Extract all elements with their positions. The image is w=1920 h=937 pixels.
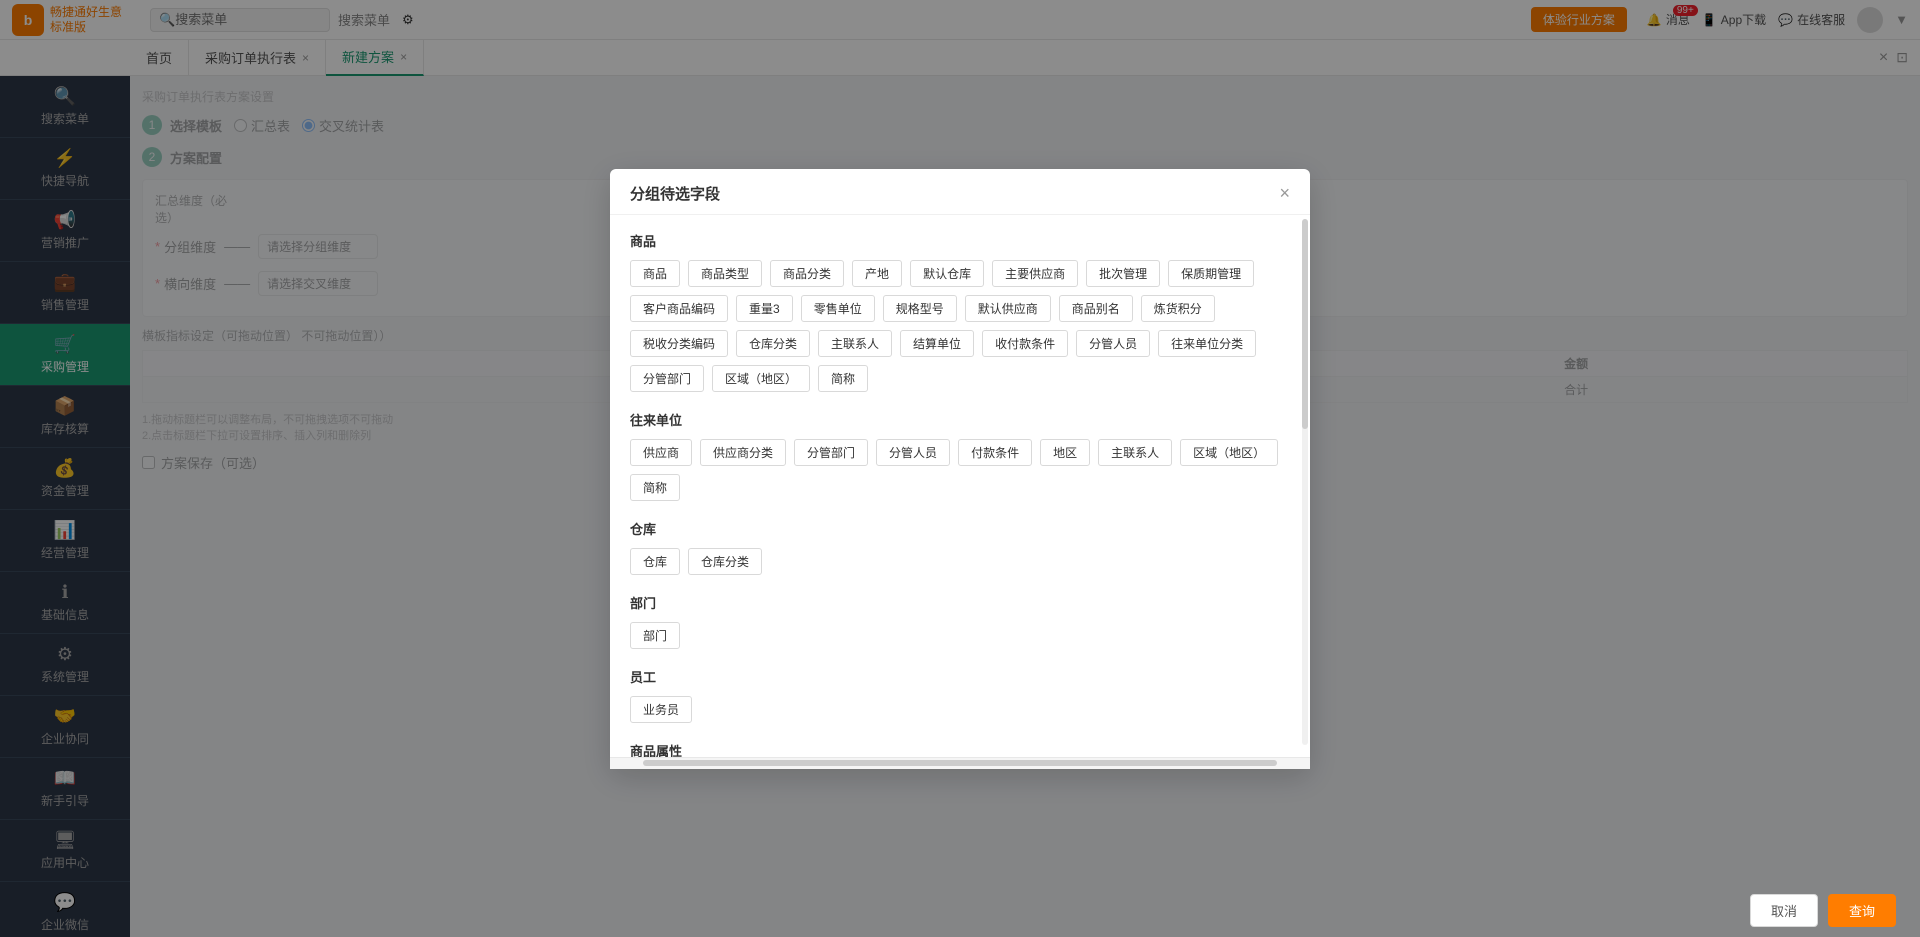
section-product-tags: 商品 商品类型 商品分类 产地 默认仓库 主要供应商 批次管理 保质期管理 客户… bbox=[630, 260, 1290, 392]
field-tag[interactable]: 区域（地区） bbox=[712, 365, 810, 392]
section-warehouse: 仓库 仓库 仓库分类 bbox=[630, 519, 1290, 575]
field-tag[interactable]: 默认仓库 bbox=[910, 260, 984, 287]
modal-horizontal-scrollbar[interactable] bbox=[610, 757, 1310, 769]
field-tag[interactable]: 供应商 bbox=[630, 439, 692, 466]
field-tag[interactable]: 收付款条件 bbox=[982, 330, 1068, 357]
section-partner-tags: 供应商 供应商分类 分管部门 分管人员 付款条件 地区 主联系人 区域（地区） … bbox=[630, 439, 1290, 501]
field-tag[interactable]: 主联系人 bbox=[818, 330, 892, 357]
modal-body: 商品 商品 商品类型 商品分类 产地 默认仓库 主要供应商 批次管理 保质期管理… bbox=[610, 215, 1310, 757]
section-partner: 往来单位 供应商 供应商分类 分管部门 分管人员 付款条件 地区 主联系人 区域… bbox=[630, 410, 1290, 501]
section-department: 部门 部门 bbox=[630, 593, 1290, 649]
field-tag[interactable]: 简称 bbox=[630, 474, 680, 501]
section-warehouse-title: 仓库 bbox=[630, 519, 1290, 538]
section-employee-title: 员工 bbox=[630, 667, 1290, 686]
field-tag[interactable]: 结算单位 bbox=[900, 330, 974, 357]
field-tag[interactable]: 主联系人 bbox=[1098, 439, 1172, 466]
section-product-attr-title: 商品属性 bbox=[630, 741, 1290, 757]
modal-overlay: 分组待选字段 × 商品 商品 商品类型 商品分类 产地 默认仓库 主要供应商 批… bbox=[0, 0, 1920, 937]
section-product: 商品 商品 商品类型 商品分类 产地 默认仓库 主要供应商 批次管理 保质期管理… bbox=[630, 231, 1290, 392]
modal-vertical-scrollbar-track[interactable] bbox=[1302, 219, 1308, 745]
field-tag[interactable]: 批次管理 bbox=[1086, 260, 1160, 287]
field-tag[interactable]: 仓库分类 bbox=[688, 548, 762, 575]
section-department-title: 部门 bbox=[630, 593, 1290, 612]
field-tag[interactable]: 商品别名 bbox=[1059, 295, 1133, 322]
field-tag[interactable]: 分管人员 bbox=[1076, 330, 1150, 357]
modal-close-button[interactable]: × bbox=[1279, 184, 1290, 202]
field-tag[interactable]: 产地 bbox=[852, 260, 902, 287]
field-tag[interactable]: 商品类型 bbox=[688, 260, 762, 287]
field-tag[interactable]: 零售单位 bbox=[801, 295, 875, 322]
modal-title: 分组待选字段 bbox=[630, 183, 720, 204]
section-product-title: 商品 bbox=[630, 231, 1290, 250]
field-tag[interactable]: 重量3 bbox=[736, 295, 793, 322]
field-tag[interactable]: 区域（地区） bbox=[1180, 439, 1278, 466]
confirm-button[interactable]: 查询 bbox=[1828, 894, 1896, 927]
field-tag[interactable]: 仓库 bbox=[630, 548, 680, 575]
horizontal-scroll-thumb[interactable] bbox=[643, 760, 1277, 766]
field-tag[interactable]: 部门 bbox=[630, 622, 680, 649]
field-tag[interactable]: 仓库分类 bbox=[736, 330, 810, 357]
field-tag[interactable]: 业务员 bbox=[630, 696, 692, 723]
field-tag[interactable]: 炼货积分 bbox=[1141, 295, 1215, 322]
field-tag[interactable]: 规格型号 bbox=[883, 295, 957, 322]
field-tag[interactable]: 付款条件 bbox=[958, 439, 1032, 466]
section-partner-title: 往来单位 bbox=[630, 410, 1290, 429]
section-employee: 员工 业务员 bbox=[630, 667, 1290, 723]
cancel-button[interactable]: 取消 bbox=[1750, 894, 1818, 927]
field-tag[interactable]: 简称 bbox=[818, 365, 868, 392]
modal-header: 分组待选字段 × bbox=[610, 169, 1310, 215]
section-product-attr: 商品属性 属性 颜色 多规格 尺码 鞋码 1 bbox=[630, 741, 1290, 757]
section-department-tags: 部门 bbox=[630, 622, 1290, 649]
field-tag[interactable]: 地区 bbox=[1040, 439, 1090, 466]
field-tag[interactable]: 保质期管理 bbox=[1168, 260, 1254, 287]
field-tag[interactable]: 税收分类编码 bbox=[630, 330, 728, 357]
field-tag[interactable]: 商品分类 bbox=[770, 260, 844, 287]
field-tag[interactable]: 客户商品编码 bbox=[630, 295, 728, 322]
field-tag[interactable]: 分管部门 bbox=[630, 365, 704, 392]
field-tag[interactable]: 商品 bbox=[630, 260, 680, 287]
field-tag[interactable]: 默认供应商 bbox=[965, 295, 1051, 322]
section-employee-tags: 业务员 bbox=[630, 696, 1290, 723]
section-warehouse-tags: 仓库 仓库分类 bbox=[630, 548, 1290, 575]
field-tag[interactable]: 分管部门 bbox=[794, 439, 868, 466]
modal-vertical-scrollbar-thumb[interactable] bbox=[1302, 219, 1308, 429]
modal-dialog: 分组待选字段 × 商品 商品 商品类型 商品分类 产地 默认仓库 主要供应商 批… bbox=[610, 169, 1310, 769]
field-tag[interactable]: 主要供应商 bbox=[992, 260, 1078, 287]
field-tag[interactable]: 分管人员 bbox=[876, 439, 950, 466]
field-tag[interactable]: 供应商分类 bbox=[700, 439, 786, 466]
field-tag[interactable]: 往来单位分类 bbox=[1158, 330, 1256, 357]
